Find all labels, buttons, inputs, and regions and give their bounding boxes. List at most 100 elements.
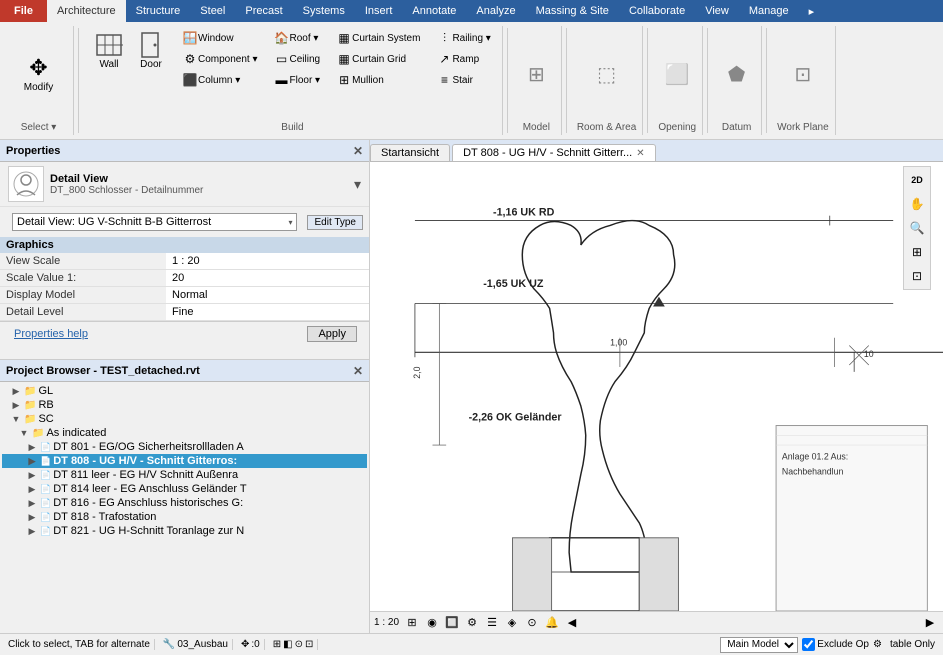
model-select[interactable]: Main Model — [720, 637, 798, 653]
menu-expand[interactable]: ▸ — [799, 0, 825, 22]
door-button[interactable]: Door — [131, 28, 171, 73]
toggle-icon1[interactable]: ⊞ — [273, 639, 281, 650]
tree-toggle-dt811: ▶ — [26, 469, 38, 481]
tree-item-dt816[interactable]: ▶ 📄 DT 816 - EG Anschluss historisches G… — [2, 496, 367, 510]
tab-dt808[interactable]: DT 808 - UG H/V - Schnitt Gitterr... ✕ — [452, 144, 656, 161]
properties-close-btn[interactable]: ✕ — [353, 144, 363, 158]
menu-massing[interactable]: Massing & Site — [526, 0, 619, 22]
project-browser-close-btn[interactable]: ✕ — [353, 364, 363, 378]
tree-item-gl[interactable]: ▶ 📁 GL — [2, 384, 367, 398]
column-button[interactable]: ⬛ Column ▾ — [177, 70, 263, 90]
view-tabs: Startansicht DT 808 - UG H/V - Schnitt G… — [370, 140, 943, 162]
canvas-area[interactable]: 10 -1,16 UK RD -1,65 UK UZ 1,00 R-0.22 R… — [370, 162, 943, 611]
edit-type-btn[interactable]: Edit Type — [307, 215, 363, 230]
menu-analyze[interactable]: Analyze — [466, 0, 525, 22]
tree-toggle-as-indicated: ▼ — [18, 427, 30, 439]
tree-item-dt821[interactable]: ▶ 📄 DT 821 - UG H-Schnitt Toranlage zur … — [2, 524, 367, 538]
menu-architecture[interactable]: Architecture — [47, 0, 126, 22]
ceiling-button[interactable]: ▭ Ceiling — [269, 49, 326, 69]
file-menu[interactable]: File — [0, 0, 47, 22]
ribbon-group-room: ⬚ Room & Area — [571, 26, 643, 135]
window-button[interactable]: 🪟 Window — [177, 28, 263, 48]
work-plane-label: Work Plane — [777, 120, 829, 133]
project-browser-title: Project Browser - TEST_detached.rvt — [6, 365, 200, 377]
apply-button[interactable]: Apply — [307, 326, 357, 342]
tree-item-as-indicated[interactable]: ▼ 📁 As indicated — [2, 426, 367, 440]
menu-view[interactable]: View — [695, 0, 739, 22]
workset-icon: 🔧 — [163, 639, 175, 650]
select-label: Select ▾ — [21, 120, 57, 133]
canvas-icon-6[interactable]: ◈ — [503, 614, 521, 632]
mullion-button[interactable]: ⊞ Mullion — [331, 70, 425, 90]
toggle-icon2[interactable]: ◧ — [283, 639, 292, 650]
expand-arrow[interactable]: ▾ — [354, 176, 361, 193]
canvas-icon-2[interactable]: ◉ — [423, 614, 441, 632]
menu-manage[interactable]: Manage — [739, 0, 799, 22]
view-dropdown[interactable]: Detail View: UG V-Schnitt B-B Gitterrost… — [12, 213, 297, 231]
ceiling-icon: ▭ — [274, 51, 290, 67]
tree-item-dt814[interactable]: ▶ 📄 DT 814 leer - EG Anschluss Geländer … — [2, 482, 367, 496]
roof-button[interactable]: 🏠 Roof ▾ — [269, 28, 326, 48]
properties-title: Properties — [6, 145, 60, 157]
tree-item-dt818[interactable]: ▶ 📄 DT 818 - Trafostation — [2, 510, 367, 524]
toggle-icon4[interactable]: ⊡ — [305, 639, 313, 650]
menu-steel[interactable]: Steel — [190, 0, 235, 22]
railing-icon: ⫶ — [436, 30, 452, 46]
curtain-system-button[interactable]: ▦ Curtain System — [331, 28, 425, 48]
canvas-icon-9[interactable]: ◀ — [563, 614, 581, 632]
zoom-region-btn[interactable]: ⊡ — [906, 265, 928, 287]
canvas-icon-7[interactable]: ⊙ — [523, 614, 541, 632]
door-icon — [137, 31, 165, 59]
tree-item-sc[interactable]: ▼ 📁 SC — [2, 412, 367, 426]
component-button[interactable]: ⚙ Component ▾ — [177, 49, 263, 69]
model-label: Model — [523, 120, 550, 133]
menu-precast[interactable]: Precast — [235, 0, 292, 22]
left-panel: Properties ✕ Detail View DT_800 Schlosse… — [0, 140, 370, 633]
modify-icon: ✥ — [25, 54, 53, 82]
menu-insert[interactable]: Insert — [355, 0, 403, 22]
canvas-scroll-right[interactable]: ▶ — [921, 614, 939, 632]
canvas-icon-3[interactable]: 🔲 — [443, 614, 461, 632]
canvas-icon-bar: ⊞ ◉ 🔲 ⚙ ☰ ◈ ⊙ 🔔 ◀ — [403, 614, 581, 632]
menu-annotate[interactable]: Annotate — [402, 0, 466, 22]
tree-item-dt801[interactable]: ▶ 📄 DT 801 - EG/OG Sicherheitsrollladen … — [2, 440, 367, 454]
canvas-container: 10 -1,16 UK RD -1,65 UK UZ 1,00 R-0.22 R… — [370, 162, 943, 633]
zoom-btn[interactable]: 🔍 — [906, 217, 928, 239]
railing-button[interactable]: ⫶ Railing ▾ — [431, 28, 495, 48]
exclude-checkbox[interactable] — [802, 638, 815, 651]
canvas-icon-1[interactable]: ⊞ — [403, 614, 421, 632]
wall-button[interactable]: Wall — [89, 28, 129, 73]
menu-structure[interactable]: Structure — [126, 0, 191, 22]
floor-button[interactable]: ▬ Floor ▾ — [269, 70, 326, 90]
stair-button[interactable]: ≡ Stair — [431, 70, 495, 90]
canvas-icon-8[interactable]: 🔔 — [543, 614, 561, 632]
2d-view-btn[interactable]: 2D — [906, 169, 928, 191]
canvas-scale: 1 : 20 — [374, 617, 399, 628]
pan-btn[interactable]: ✋ — [906, 193, 928, 215]
ramp-button[interactable]: ↗ Ramp — [431, 49, 495, 69]
tree-item-dt811[interactable]: ▶ 📄 DT 811 leer - EG H/V Schnitt Außenra — [2, 468, 367, 482]
canvas-icon-4[interactable]: ⚙ — [463, 614, 481, 632]
svg-text:2,0: 2,0 — [412, 366, 422, 378]
room-area-label: Room & Area — [577, 120, 636, 133]
tab-close-dt808[interactable]: ✕ — [636, 148, 644, 159]
tree-toggle-gl: ▶ — [10, 385, 22, 397]
column-icon: ⬛ — [182, 72, 198, 88]
menu-collaborate[interactable]: Collaborate — [619, 0, 695, 22]
settings-icon[interactable]: ⚙ — [873, 639, 882, 650]
roof-icon: 🏠 — [274, 30, 290, 46]
prop-row-view-scale: View Scale 1 : 20 — [0, 253, 369, 270]
tree-item-rb[interactable]: ▶ 📁 RB — [2, 398, 367, 412]
svg-text:-1,65 UK UZ: -1,65 UK UZ — [483, 278, 544, 290]
curtain-grid-button[interactable]: ▦ Curtain Grid — [331, 49, 425, 69]
properties-help-link[interactable]: Properties help — [6, 324, 96, 344]
dropdown-arrow: ▾ — [288, 218, 292, 227]
toggle-icon3[interactable]: ⊙ — [295, 639, 303, 650]
menu-systems[interactable]: Systems — [293, 0, 355, 22]
modify-button[interactable]: ✥ Modify — [19, 51, 59, 96]
zoom-fit-btn[interactable]: ⊞ — [906, 241, 928, 263]
stair-icon: ≡ — [436, 72, 452, 88]
canvas-icon-5[interactable]: ☰ — [483, 614, 501, 632]
tab-startansicht[interactable]: Startansicht — [370, 144, 450, 161]
tree-item-dt808[interactable]: ▶ 📄 DT 808 - UG H/V - Schnitt Gitterros: — [2, 454, 367, 468]
